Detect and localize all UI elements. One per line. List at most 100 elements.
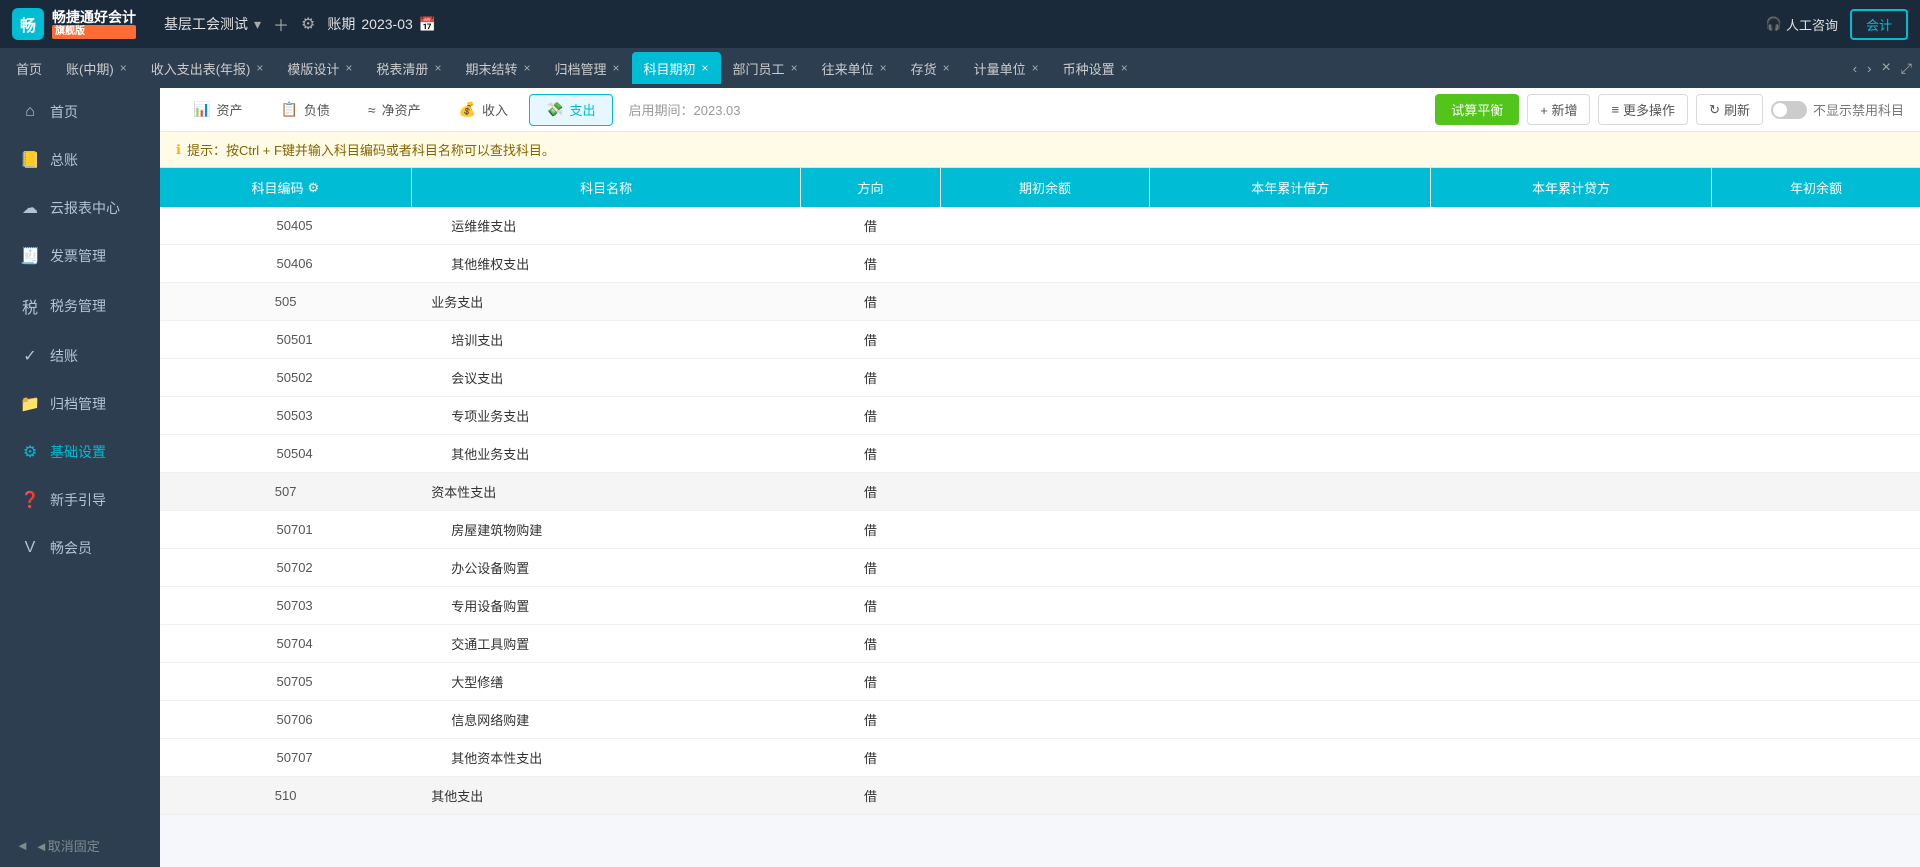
- cell-code: 50504: [160, 435, 411, 473]
- calendar-icon[interactable]: 📅: [419, 16, 436, 33]
- sub-tab-equity[interactable]: ≈ 净资产: [351, 94, 438, 126]
- table-row[interactable]: 510其他支出借: [160, 777, 1920, 815]
- tab-next-icon[interactable]: ›: [1863, 57, 1875, 80]
- calc-balance-button[interactable]: 试算平衡: [1435, 94, 1519, 125]
- table-row[interactable]: 50504其他业务支出借: [160, 435, 1920, 473]
- cell-ytd-debit: [1150, 777, 1431, 815]
- tab-archive-close[interactable]: ×: [613, 61, 620, 75]
- tab-period-end[interactable]: 期末结转 ×: [453, 52, 542, 84]
- tab-inventory-close[interactable]: ×: [943, 61, 950, 75]
- toggle-label: 不显示禁用科目: [1813, 100, 1904, 119]
- settings-icon[interactable]: ⚙: [301, 14, 315, 34]
- sub-tab-liability[interactable]: 📋 负债: [263, 94, 346, 126]
- sidebar-item-archive[interactable]: 📁 归档管理: [0, 380, 160, 428]
- sidebar-item-cloud-report[interactable]: ☁ 云报表中心: [0, 184, 160, 232]
- account-button[interactable]: 会计: [1850, 9, 1908, 40]
- tab-template-close[interactable]: ×: [345, 61, 352, 75]
- table-row[interactable]: 50701房屋建筑物购建借: [160, 511, 1920, 549]
- table-row[interactable]: 50706信息网络购建借: [160, 701, 1920, 739]
- table-row[interactable]: 505业务支出借: [160, 283, 1920, 321]
- sidebar-item-member[interactable]: V 畅会员: [0, 524, 160, 572]
- refresh-button[interactable]: ↻ 刷新: [1696, 94, 1763, 125]
- tab-report-close[interactable]: ×: [256, 61, 263, 75]
- tab-expand-icon[interactable]: ⤢: [1897, 56, 1916, 81]
- tab-unit-close[interactable]: ×: [1032, 61, 1039, 75]
- tab-contact-close[interactable]: ×: [880, 61, 887, 75]
- more-operations-button[interactable]: ≡ 更多操作: [1598, 94, 1688, 125]
- sidebar-collapse-button[interactable]: ◄ ◄取消固定: [0, 824, 160, 867]
- disable-toggle[interactable]: [1771, 101, 1807, 119]
- refresh-icon: ↻: [1709, 102, 1720, 118]
- cell-year-opening: [1711, 625, 1920, 663]
- tab-currency[interactable]: 币种设置 ×: [1051, 52, 1140, 84]
- col-code-settings-icon[interactable]: ⚙: [308, 180, 320, 196]
- table-row[interactable]: 507资本性支出借: [160, 473, 1920, 511]
- company-selector[interactable]: 基层工会测试 ▾: [164, 14, 261, 34]
- sidebar-item-guide[interactable]: ❓ 新手引导: [0, 476, 160, 524]
- sidebar-settings-label: 基础设置: [50, 442, 106, 462]
- tab-period-end-close[interactable]: ×: [523, 61, 530, 75]
- tab-subject-initial-close[interactable]: ×: [702, 61, 709, 75]
- tab-tax[interactable]: 税表清册 ×: [364, 52, 453, 84]
- col-name: 科目名称: [411, 168, 801, 207]
- cell-ytd-credit: [1431, 359, 1712, 397]
- sidebar-item-tax[interactable]: 税 税务管理: [0, 280, 160, 332]
- tab-dept-close[interactable]: ×: [791, 61, 798, 75]
- tab-archive[interactable]: 归档管理 ×: [542, 52, 631, 84]
- tab-prev-icon[interactable]: ‹: [1849, 57, 1861, 80]
- period-label: 启用期间：2023.03: [629, 100, 741, 119]
- support-button[interactable]: 🎧 人工咨询: [1766, 15, 1838, 34]
- tab-contact-label: 往来单位: [822, 59, 874, 78]
- cell-ytd-credit: [1431, 397, 1712, 435]
- sidebar-home-label: 首页: [50, 102, 78, 122]
- sub-tab-expense[interactable]: 💸 支出: [529, 94, 612, 126]
- new-button[interactable]: + 新增: [1527, 94, 1590, 125]
- cell-ytd-debit: [1150, 663, 1431, 701]
- tab-close-all-icon[interactable]: ×: [1877, 55, 1894, 81]
- tab-dept[interactable]: 部门员工 ×: [721, 52, 810, 84]
- table-row[interactable]: 50406其他维权支出借: [160, 245, 1920, 283]
- tab-currency-close[interactable]: ×: [1121, 61, 1128, 75]
- cell-ytd-debit: [1150, 207, 1431, 245]
- sidebar-item-general-ledger[interactable]: 📒 总账: [0, 136, 160, 184]
- sidebar-ledger-label: 总账: [50, 150, 78, 170]
- tab-contact[interactable]: 往来单位 ×: [810, 52, 899, 84]
- cell-year-opening: [1711, 473, 1920, 511]
- table-row[interactable]: 50703专用设备购置借: [160, 587, 1920, 625]
- tab-ledger-close[interactable]: ×: [120, 61, 127, 75]
- tab-ledger[interactable]: 账(中期) ×: [54, 52, 139, 84]
- add-company-button[interactable]: ＋: [273, 12, 289, 36]
- sidebar-item-invoice[interactable]: 🧾 发票管理: [0, 232, 160, 280]
- equity-icon: ≈: [368, 102, 376, 118]
- tab-inventory[interactable]: 存货 ×: [899, 52, 962, 84]
- table-row[interactable]: 50501培训支出借: [160, 321, 1920, 359]
- table-row[interactable]: 50705大型修缮借: [160, 663, 1920, 701]
- table-row[interactable]: 50704交通工具购置借: [160, 625, 1920, 663]
- sub-tab-asset[interactable]: 📊 资产: [176, 94, 259, 126]
- table-row[interactable]: 50503专项业务支出借: [160, 397, 1920, 435]
- table-row[interactable]: 50702办公设备购置借: [160, 549, 1920, 587]
- sidebar-item-settle[interactable]: ✓ 结账: [0, 332, 160, 380]
- table-row[interactable]: 50502会议支出借: [160, 359, 1920, 397]
- cell-year-opening: [1711, 663, 1920, 701]
- tab-home[interactable]: 首页: [4, 52, 54, 84]
- tab-subject-initial[interactable]: 科目期初 ×: [632, 52, 721, 84]
- col-ytd-debit: 本年累计借方: [1150, 168, 1431, 207]
- tab-report[interactable]: 收入支出表(年报) ×: [139, 52, 276, 84]
- col-year-opening: 年初余额: [1711, 168, 1920, 207]
- tab-ledger-label: 账(中期): [66, 59, 114, 78]
- tab-template[interactable]: 模版设计 ×: [275, 52, 364, 84]
- cell-direction: 借: [801, 321, 940, 359]
- header-right: 🎧 人工咨询 会计: [1766, 9, 1908, 40]
- sidebar-item-settings[interactable]: ⚙ 基础设置: [0, 428, 160, 476]
- tab-unit[interactable]: 计量单位 ×: [962, 52, 1051, 84]
- sidebar-item-home[interactable]: ⌂ 首页: [0, 88, 160, 136]
- tab-subject-initial-label: 科目期初: [644, 59, 696, 78]
- tab-tax-close[interactable]: ×: [434, 61, 441, 75]
- cell-ytd-debit: [1150, 587, 1431, 625]
- table-row[interactable]: 50707其他资本性支出借: [160, 739, 1920, 777]
- sub-tab-income[interactable]: 💰 收入: [442, 94, 525, 126]
- table-row[interactable]: 50405运维维支出借: [160, 207, 1920, 245]
- tab-home-label: 首页: [16, 59, 42, 78]
- cell-name: 交通工具购置: [411, 625, 801, 663]
